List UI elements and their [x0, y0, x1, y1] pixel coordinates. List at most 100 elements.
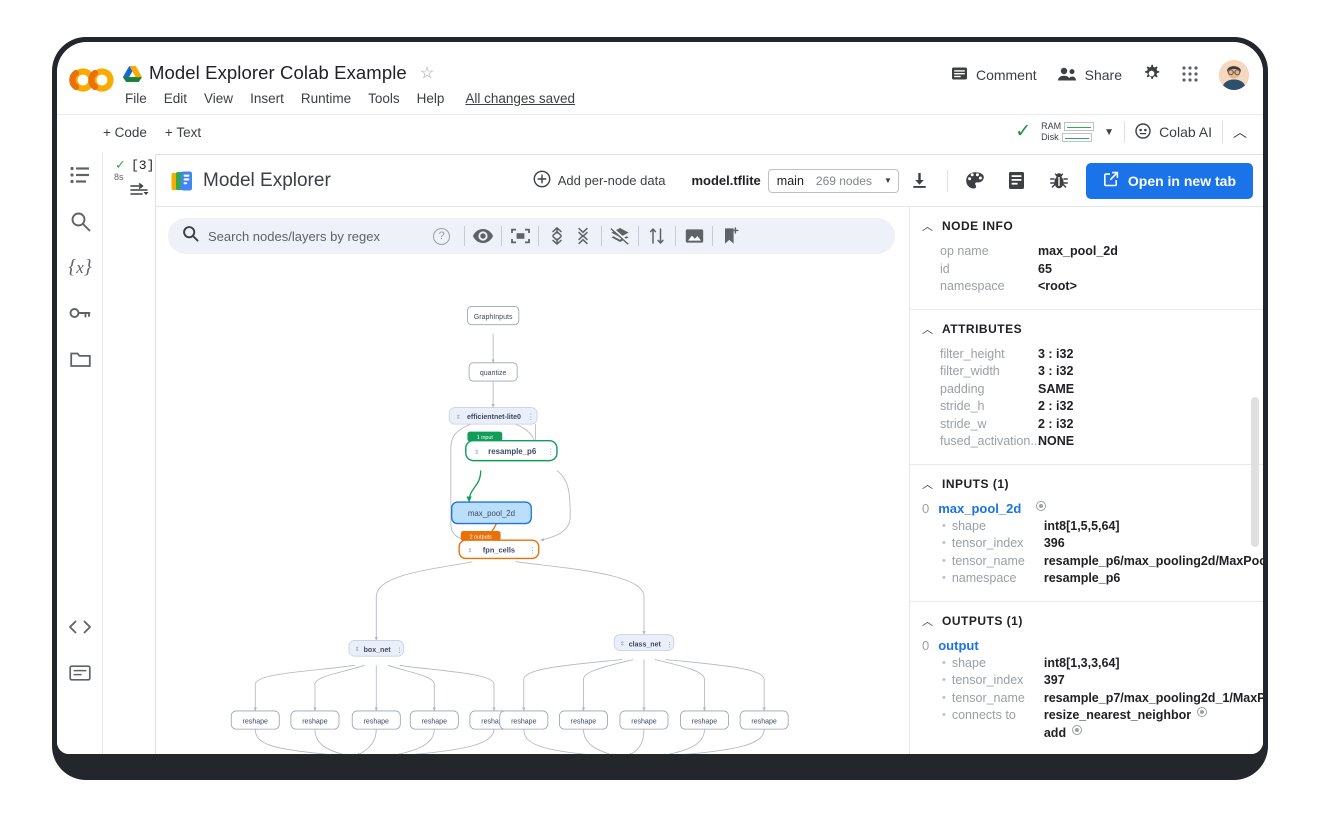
- bookmark-icon[interactable]: [718, 223, 744, 249]
- row-value: 65: [1038, 261, 1052, 276]
- graph-layer-efficientnet-lite0[interactable]: ⇕ efficientnet-lite0 ⋮: [448, 407, 538, 425]
- node-info-title: NODE INFO: [942, 219, 1014, 233]
- graph-node-reshape[interactable]: reshape: [680, 710, 729, 730]
- side-panel-scrollbar[interactable]: [1251, 397, 1259, 547]
- locate-node-icon[interactable]: [1036, 500, 1047, 511]
- share-button[interactable]: Share: [1057, 66, 1122, 85]
- output-row: •add: [910, 724, 1263, 743]
- menu-tools[interactable]: Tools: [368, 91, 400, 106]
- flatten-layers-icon[interactable]: [607, 223, 633, 249]
- sidebar-item-table-of-contents[interactable]: [57, 152, 103, 198]
- disk-label: Disk: [1041, 132, 1059, 142]
- menu-runtime[interactable]: Runtime: [301, 91, 351, 106]
- apps-grid-button[interactable]: [1181, 65, 1199, 86]
- download-button[interactable]: [903, 164, 937, 198]
- user-avatar[interactable]: [1219, 60, 1249, 90]
- search-input[interactable]: [208, 228, 423, 244]
- google-drive-icon: [123, 65, 142, 82]
- node-info-section-header[interactable]: ︿ NODE INFO: [910, 218, 1263, 234]
- sidebar-item-terminal[interactable]: [57, 650, 103, 696]
- output-row: • shape int8[1,3,3,64]: [910, 655, 1263, 673]
- question-mark-circle-icon[interactable]: ?: [433, 227, 450, 245]
- output-name[interactable]: output: [938, 638, 978, 653]
- download-image-icon[interactable]: [681, 223, 707, 249]
- add-cell-buttons: + Code + Text: [103, 125, 201, 140]
- locate-node-icon[interactable]: [1197, 707, 1208, 717]
- graph-layer-class-net[interactable]: ⇕ class_net ⋮: [613, 634, 675, 651]
- node-details-panel[interactable]: ︿ NODE INFO op name max_pool_2d id 65 na…: [909, 207, 1263, 754]
- color-palette-button[interactable]: [958, 164, 992, 198]
- menu-view[interactable]: View: [204, 91, 233, 106]
- colab-ai-button[interactable]: Colab AI: [1135, 122, 1212, 142]
- row-key: stride_h: [940, 399, 985, 413]
- add-code-button[interactable]: + Code: [103, 125, 147, 140]
- open-in-new-tab-button[interactable]: Open in new tab: [1085, 162, 1253, 199]
- chevron-up-icon[interactable]: ︿: [1233, 122, 1253, 142]
- svg-text:⇕: ⇕: [474, 449, 479, 456]
- output-row: • tensor_index 397: [910, 672, 1263, 690]
- graph-node-reshape[interactable]: reshape: [739, 710, 789, 730]
- graph-node-reshape[interactable]: reshape: [290, 710, 340, 730]
- bug-report-button[interactable]: [1042, 164, 1076, 198]
- ram-disk-gauges[interactable]: RAM Disk: [1041, 121, 1095, 143]
- attributes-section-header[interactable]: ︿ ATTRIBUTES: [910, 321, 1263, 337]
- collapse-all-layers-icon[interactable]: [570, 223, 596, 249]
- menu-help[interactable]: Help: [417, 91, 445, 106]
- graph-node-graphinputs[interactable]: GraphInputs: [467, 306, 520, 326]
- graph-layer-resample-p6[interactable]: 1 input ⇕ resample_p6 ⋮: [465, 431, 558, 462]
- menu-edit[interactable]: Edit: [164, 91, 187, 106]
- settings-button[interactable]: [1142, 64, 1161, 86]
- expand-all-layers-icon[interactable]: [544, 223, 570, 249]
- row-value[interactable]: add: [1044, 725, 1066, 743]
- graph-node-reshape[interactable]: reshape: [351, 710, 401, 730]
- cell-output-flow-icon[interactable]: [130, 182, 150, 203]
- comment-button[interactable]: Comment: [951, 66, 1037, 85]
- graph-canvas-area[interactable]: GraphInputs quantize ⇕ efficientnet-lite…: [156, 207, 909, 754]
- outputs-section-header[interactable]: ︿ OUTPUTS (1): [910, 613, 1263, 629]
- ram-gauge: [1064, 122, 1095, 132]
- locate-node-icon[interactable]: [1072, 724, 1083, 735]
- sidebar-item-code-snippets[interactable]: [57, 604, 103, 650]
- all-changes-saved-link[interactable]: All changes saved: [465, 91, 575, 106]
- row-value[interactable]: resize_nearest_neighbor: [1044, 707, 1191, 725]
- comment-label: Comment: [975, 67, 1037, 83]
- trace-inputs-outputs-icon[interactable]: [644, 223, 670, 249]
- menu-file[interactable]: File: [125, 91, 147, 106]
- bullet-icon: •: [942, 674, 946, 686]
- document-button[interactable]: [1000, 164, 1034, 198]
- sidebar-item-search[interactable]: [57, 198, 103, 244]
- row-key: namespace: [940, 279, 1005, 293]
- graph-node-quantize[interactable]: quantize: [468, 362, 518, 382]
- caret-down-icon[interactable]: ▼: [1104, 127, 1114, 138]
- row-key: shape: [951, 655, 986, 670]
- model-explorer-title: Model Explorer: [203, 169, 331, 191]
- star-icon[interactable]: ☆: [420, 63, 434, 83]
- sidebar-item-secrets[interactable]: [57, 290, 103, 336]
- output-index: 0: [922, 637, 930, 653]
- graph-node-reshape[interactable]: reshape: [230, 710, 280, 730]
- graph-search-toolbar: ?: [168, 218, 895, 254]
- inputs-section-header[interactable]: ︿ INPUTS (1): [910, 476, 1263, 492]
- menu-insert[interactable]: Insert: [250, 91, 284, 106]
- sidebar-item-variables[interactable]: {x}: [57, 244, 103, 290]
- svg-text:⋮: ⋮: [529, 546, 536, 555]
- graph-selector-dropdown[interactable]: main 269 nodes ▼: [767, 168, 899, 193]
- graph-node-reshape[interactable]: reshape: [559, 710, 608, 730]
- graph-node-reshape[interactable]: reshape: [409, 710, 459, 730]
- input-name[interactable]: max_pool_2d: [938, 501, 1021, 516]
- add-per-node-data-button[interactable]: Add per-node data: [533, 170, 666, 191]
- graph-node-reshape[interactable]: reshape: [499, 710, 549, 730]
- bullet-icon: •: [942, 537, 946, 549]
- eye-visibility-icon[interactable]: [470, 223, 496, 249]
- document-title[interactable]: Model Explorer Colab Example: [149, 62, 407, 84]
- row-key: tensor_index: [951, 673, 1024, 687]
- graph-layer-fpn-cells[interactable]: 2 outputs ⇕ fpn_cells ⋮: [458, 531, 540, 560]
- graph-node-reshape[interactable]: reshape: [619, 710, 669, 730]
- colab-logo-icon[interactable]: [65, 64, 121, 96]
- add-text-button[interactable]: + Text: [165, 125, 201, 140]
- graph-layer-box-net[interactable]: ⇕ box_net ⋮: [348, 640, 405, 657]
- sidebar-item-files[interactable]: [57, 336, 103, 382]
- graph-node-max-pool-2d-selected[interactable]: max_pool_2d: [451, 501, 532, 525]
- add-per-node-data-label: Add per-node data: [557, 173, 666, 188]
- fit-to-screen-icon[interactable]: [507, 223, 533, 249]
